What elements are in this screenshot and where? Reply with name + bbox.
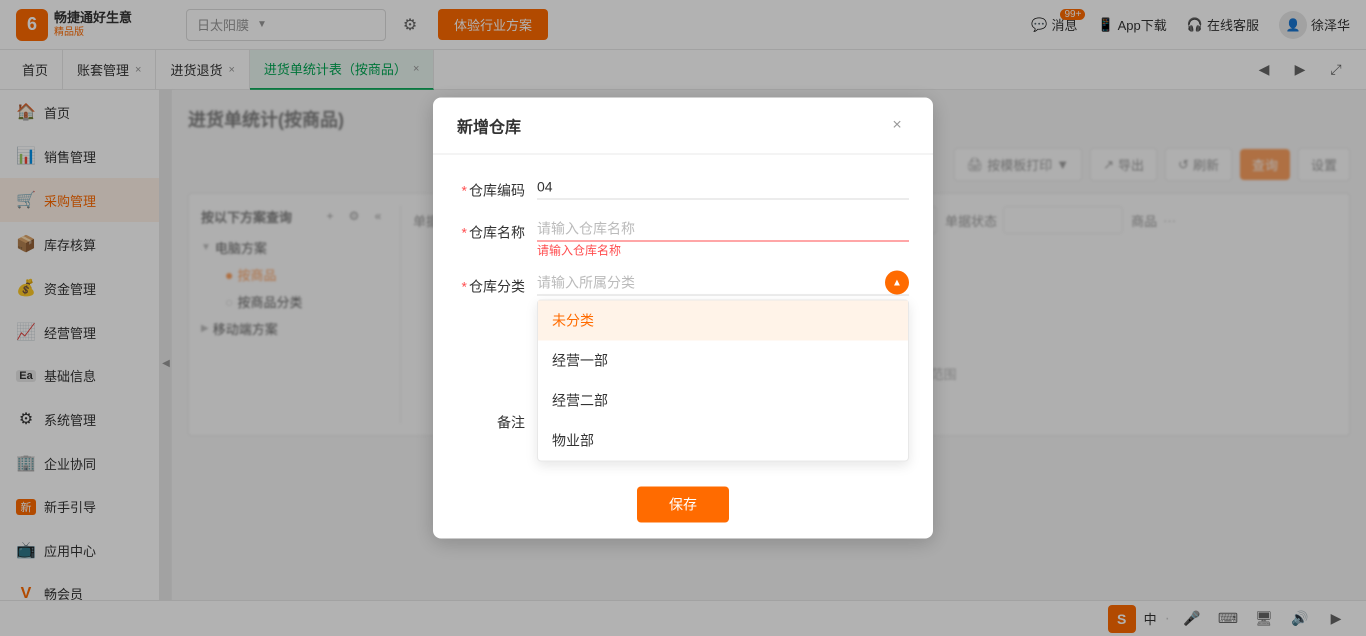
- modal-close-button[interactable]: ×: [885, 114, 909, 138]
- dropdown-item-uncategorized[interactable]: 未分类: [538, 301, 908, 341]
- form-code-label: 仓库编码: [457, 175, 537, 201]
- warehouse-name-error: 请输入仓库名称: [537, 242, 621, 259]
- warehouse-name-input[interactable]: [537, 217, 909, 242]
- category-select-input: ▲: [537, 271, 909, 296]
- form-row-code: 仓库编码: [457, 175, 909, 201]
- modal-title: 新增仓库: [457, 114, 521, 138]
- warehouse-code-input[interactable]: [537, 175, 909, 200]
- form-name-label: 仓库名称: [457, 217, 537, 243]
- modal-save-button[interactable]: 保存: [637, 487, 729, 523]
- form-row-category: 仓库分类 ▲ 未分类 经营一部 经营二部 物业部: [457, 271, 909, 297]
- category-select-container: ▲ 未分类 经营一部 经营二部 物业部: [537, 271, 909, 296]
- category-dropdown-toggle[interactable]: ▲: [885, 271, 909, 295]
- form-category-label: 仓库分类: [457, 271, 537, 297]
- dropdown-item-dept2[interactable]: 经营二部: [538, 381, 908, 421]
- category-input[interactable]: [537, 275, 909, 291]
- dropdown-item-property[interactable]: 物业部: [538, 421, 908, 461]
- dropdown-item-dept1[interactable]: 经营一部: [538, 341, 908, 381]
- modal-footer: 保存: [433, 471, 933, 539]
- modal-body: 仓库编码 仓库名称 请输入仓库名称 仓库分类 ▲ 未分类 经营一部 经营二部 物…: [433, 155, 933, 471]
- form-notes-label: 备注: [457, 407, 537, 433]
- form-row-name: 仓库名称 请输入仓库名称: [457, 217, 909, 243]
- new-warehouse-modal: 新增仓库 × 仓库编码 仓库名称 请输入仓库名称 仓库分类 ▲ 未分类: [433, 98, 933, 539]
- category-dropdown-list: 未分类 经营一部 经营二部 物业部: [537, 300, 909, 462]
- modal-header: 新增仓库 ×: [433, 98, 933, 155]
